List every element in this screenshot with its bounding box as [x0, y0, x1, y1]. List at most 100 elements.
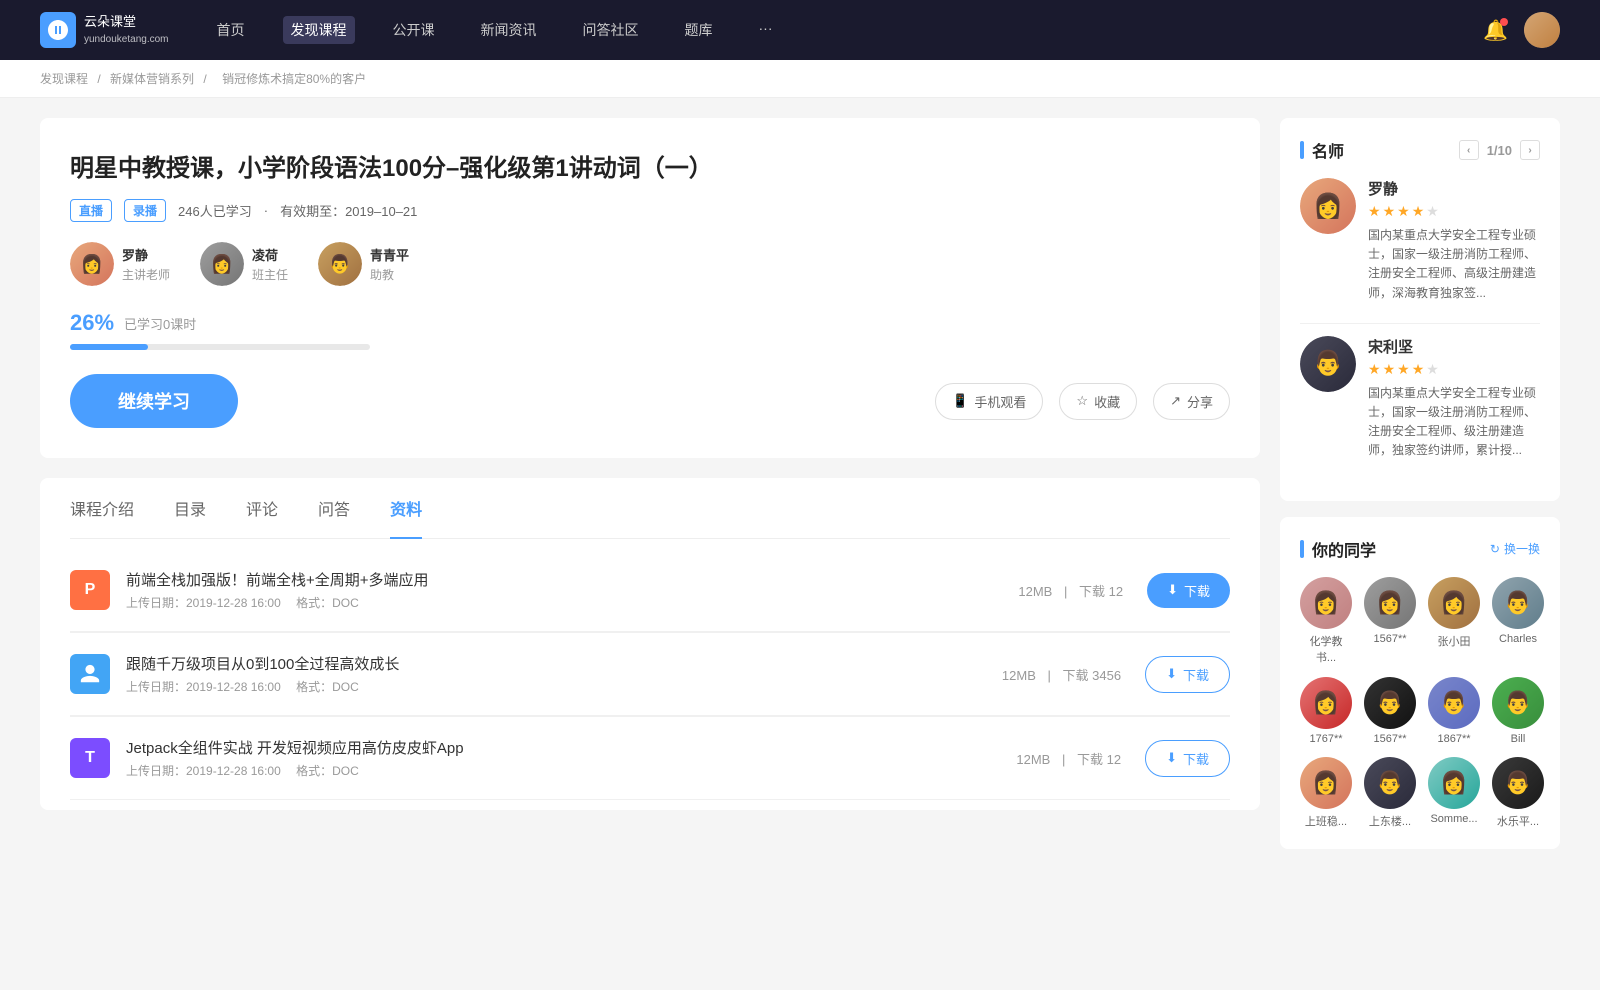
progress-text: 已学习0课时 [124, 314, 196, 333]
download-icon-1: ⬇ [1166, 666, 1177, 682]
prev-teacher-button[interactable]: ‹ [1459, 140, 1479, 160]
file-stats-1: 12MB | 下载 3456 [1002, 665, 1121, 684]
teacher-avatar-1: 👩 [200, 242, 244, 286]
teacher-divider [1300, 323, 1540, 324]
sidebar-teacher-avatar-0[interactable]: 👩 [1300, 178, 1356, 234]
classmate-avatar-5: 👨 [1364, 677, 1416, 729]
nav-public[interactable]: 公开课 [385, 16, 443, 44]
file-meta-0: 上传日期：2019-12-28 16:00 格式：DOC [126, 594, 1018, 611]
classmate-7[interactable]: 👨 Bill [1492, 677, 1544, 745]
share-icon: ↗ [1170, 393, 1181, 409]
share-button[interactable]: ↗ 分享 [1153, 383, 1230, 420]
classmates-card: 你的同学 ↻ 换一换 👩 化学教书... 👩 1567** 👩 [1280, 517, 1560, 849]
file-meta-1: 上传日期：2019-12-28 16:00 格式：DOC [126, 678, 1002, 695]
sidebar-teacher-stars-0: ★ ★ ★ ★ ★ [1368, 203, 1540, 220]
classmate-avatar-9: 👨 [1364, 757, 1416, 809]
bell-icon[interactable]: 🔔 [1483, 18, 1508, 43]
classmate-name-8: 上班稳... [1305, 813, 1347, 829]
file-item-2: T Jetpack全组件实战 开发短视频应用高仿皮皮虾App 上传日期：2019… [70, 717, 1230, 800]
classmates-header: 你的同学 ↻ 换一换 [1300, 537, 1540, 561]
sidebar-teacher-name-1: 宋利坚 [1368, 336, 1540, 357]
logo[interactable]: 云朵课堂yundouketang.com [40, 12, 169, 48]
file-item-0: P 前端全栈加强版！前端全栈+全周期+多端应用 上传日期：2019-12-28 … [70, 549, 1230, 632]
nav-right: 🔔 [1483, 12, 1560, 48]
classmate-avatar-1: 👩 [1364, 577, 1416, 629]
sidebar-teacher-avatar-1[interactable]: 👨 [1300, 336, 1356, 392]
tab-qa[interactable]: 问答 [318, 478, 350, 538]
file-name-1: 跟随千万级项目从0到100全过程高效成长 [126, 653, 1002, 674]
file-info-0: 前端全栈加强版！前端全栈+全周期+多端应用 上传日期：2019-12-28 16… [126, 569, 1018, 611]
nav-qa[interactable]: 问答社区 [575, 16, 647, 44]
breadcrumb-discover[interactable]: 发现课程 [40, 72, 88, 86]
breadcrumb-current: 销冠修炼术搞定80%的客户 [222, 72, 366, 86]
classmate-name-6: 1867** [1437, 733, 1470, 745]
collect-button[interactable]: ☆ 收藏 [1059, 383, 1137, 420]
nav-discover[interactable]: 发现课程 [283, 16, 355, 44]
tab-intro[interactable]: 课程介绍 [70, 478, 134, 538]
teacher-avatar-0: 👩 [70, 242, 114, 286]
teacher-name-2: 青青平 [370, 245, 409, 264]
tab-materials[interactable]: 资料 [390, 478, 422, 538]
classmate-11[interactable]: 👨 水乐平... [1492, 757, 1544, 829]
course-actions: 继续学习 📱 手机观看 ☆ 收藏 ↗ 分享 [70, 374, 1230, 428]
classmate-6[interactable]: 👨 1867** [1428, 677, 1480, 745]
student-count: 246人已学习 [178, 201, 252, 220]
classmates-grid: 👩 化学教书... 👩 1567** 👩 张小田 👨 Charles 👩 [1300, 577, 1540, 829]
continue-button[interactable]: 继续学习 [70, 374, 238, 428]
teachers-card: 名师 ‹ 1/10 › 👩 罗静 ★ ★ ★ [1280, 118, 1560, 501]
download-button-0[interactable]: ⬇ 下载 [1147, 573, 1230, 608]
user-avatar[interactable] [1524, 12, 1560, 48]
mobile-watch-button[interactable]: 📱 手机观看 [935, 383, 1043, 420]
breadcrumb-series[interactable]: 新媒体营销系列 [110, 72, 194, 86]
file-name-0: 前端全栈加强版！前端全栈+全周期+多端应用 [126, 569, 1018, 590]
badge-record: 录播 [124, 199, 166, 222]
download-icon-0: ⬇ [1167, 582, 1178, 598]
classmate-4[interactable]: 👩 1767** [1300, 677, 1352, 745]
download-button-1[interactable]: ⬇ 下载 [1145, 656, 1230, 693]
nav-links: 首页 发现课程 公开课 新闻资讯 问答社区 题库 ··· [209, 16, 1484, 44]
notification-dot [1500, 18, 1508, 26]
classmate-1[interactable]: 👩 1567** [1364, 577, 1416, 665]
progress-percent: 26% [70, 310, 114, 336]
course-card: 明星中教授课，小学阶段语法100分–强化级第1讲动词（一） 直播 录播 246人… [40, 118, 1260, 458]
sidebar-teacher-desc-0: 国内某重点大学安全工程专业硕士，国家一级注册消防工程师、注册安全工程师、高级注册… [1368, 226, 1540, 303]
sidebar-teacher-desc-1: 国内某重点大学安全工程专业硕士，国家一级注册消防工程师、注册安全工程师、级注册建… [1368, 384, 1540, 461]
classmate-0[interactable]: 👩 化学教书... [1300, 577, 1352, 665]
nav-more[interactable]: ··· [751, 16, 781, 44]
sidebar-right: 名师 ‹ 1/10 › 👩 罗静 ★ ★ ★ [1280, 118, 1560, 865]
teachers: 👩 罗静 主讲老师 👩 凌荷 班主任 [70, 242, 1230, 286]
refresh-classmates-button[interactable]: ↻ 换一换 [1490, 540, 1540, 557]
progress-bar-bg [70, 344, 370, 350]
classmate-2[interactable]: 👩 张小田 [1428, 577, 1480, 665]
classmate-name-5: 1567** [1373, 733, 1406, 745]
classmate-avatar-7: 👨 [1492, 677, 1544, 729]
classmate-3[interactable]: 👨 Charles [1492, 577, 1544, 665]
nav-quiz[interactable]: 题库 [677, 16, 721, 44]
classmate-avatar-10: 👩 [1428, 757, 1480, 809]
classmate-avatar-3: 👨 [1492, 577, 1544, 629]
course-title: 明星中教授课，小学阶段语法100分–强化级第1讲动词（一） [70, 148, 1230, 183]
classmate-name-3: Charles [1499, 633, 1537, 645]
tab-review[interactable]: 评论 [246, 478, 278, 538]
classmate-9[interactable]: 👨 上东楼... [1364, 757, 1416, 829]
nav-home[interactable]: 首页 [209, 16, 253, 44]
content-left: 明星中教授课，小学阶段语法100分–强化级第1讲动词（一） 直播 录播 246人… [40, 118, 1260, 865]
classmate-avatar-8: 👩 [1300, 757, 1352, 809]
download-button-2[interactable]: ⬇ 下载 [1145, 740, 1230, 777]
teacher-role-1: 班主任 [252, 266, 288, 283]
sidebar-teacher-name-0: 罗静 [1368, 178, 1540, 199]
classmate-avatar-6: 👨 [1428, 677, 1480, 729]
classmate-avatar-2: 👩 [1428, 577, 1480, 629]
progress-bar-fill [70, 344, 148, 350]
file-icon-0: P [70, 570, 110, 610]
file-meta-2: 上传日期：2019-12-28 16:00 格式：DOC [126, 762, 1016, 779]
classmate-5[interactable]: 👨 1567** [1364, 677, 1416, 745]
breadcrumb: 发现课程 / 新媒体营销系列 / 销冠修炼术搞定80%的客户 [0, 60, 1600, 98]
classmate-8[interactable]: 👩 上班稳... [1300, 757, 1352, 829]
tab-catalog[interactable]: 目录 [174, 478, 206, 538]
nav-news[interactable]: 新闻资讯 [473, 16, 545, 44]
next-teacher-button[interactable]: › [1520, 140, 1540, 160]
mobile-icon: 📱 [952, 393, 968, 409]
teacher-0: 👩 罗静 主讲老师 [70, 242, 170, 286]
classmate-10[interactable]: 👩 Somme... [1428, 757, 1480, 829]
